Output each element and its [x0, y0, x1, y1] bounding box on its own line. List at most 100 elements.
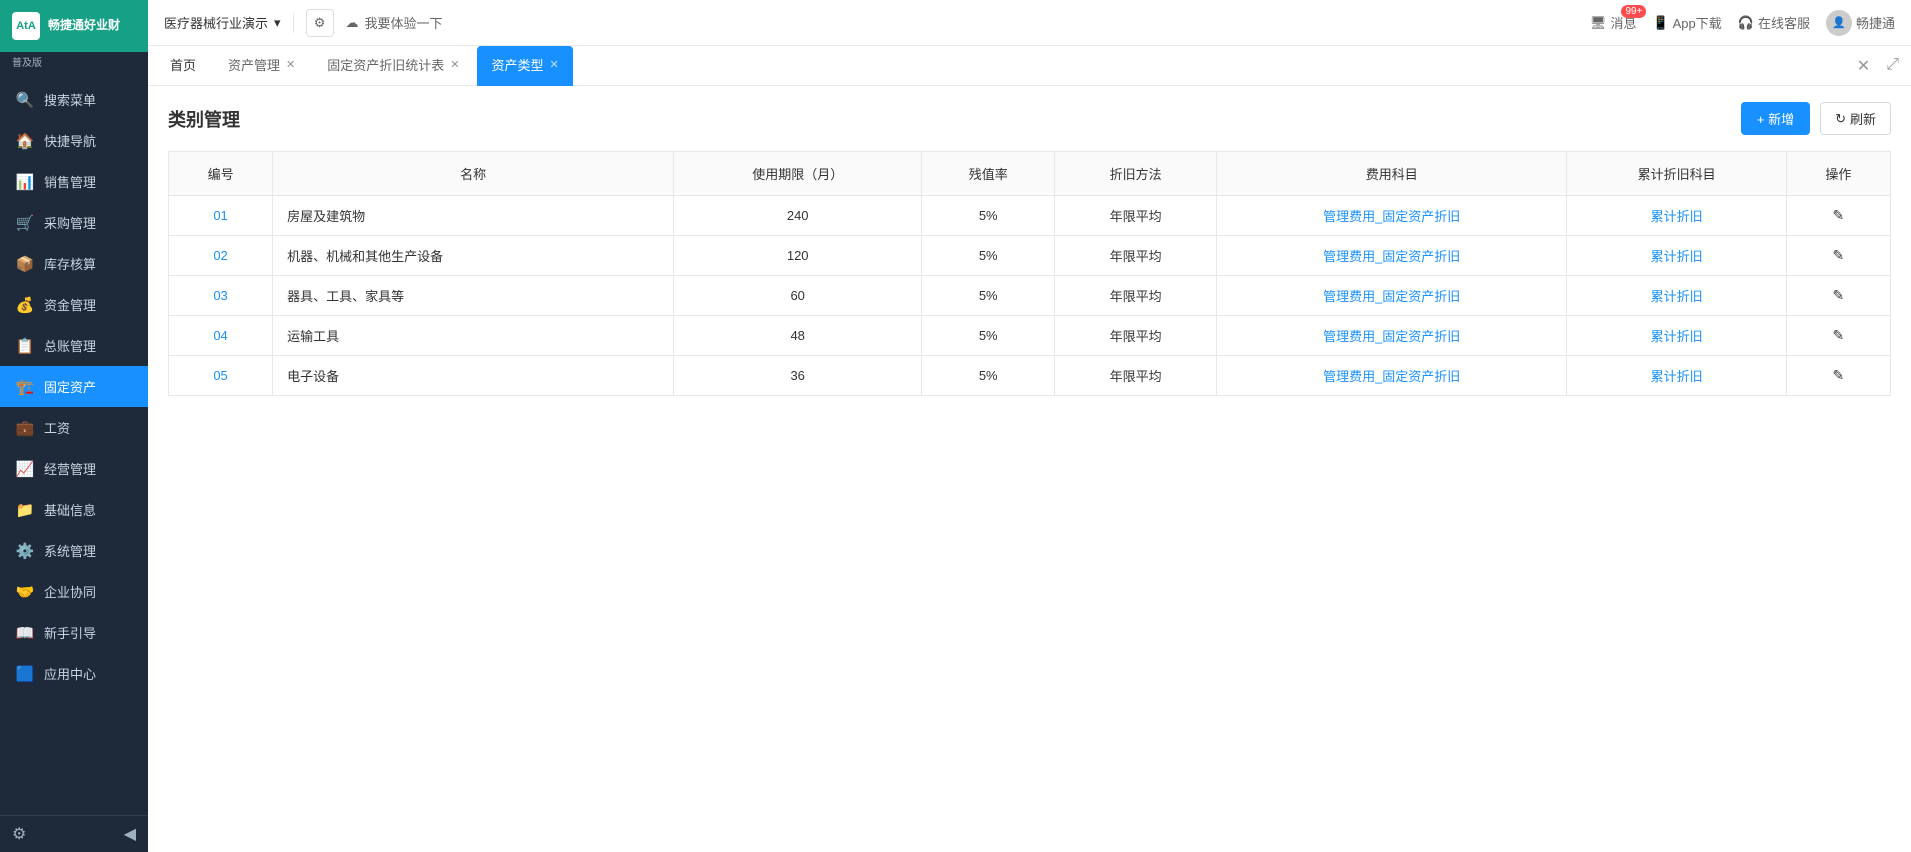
table-cell-6: 累计折旧: [1567, 356, 1786, 396]
operations-icon: 📈: [16, 460, 34, 478]
module-selector[interactable]: 医疗器械行业演示 ▾: [164, 13, 281, 32]
minimize-tab-button[interactable]: ✕: [1853, 52, 1874, 80]
table-cell-3: 5%: [922, 196, 1055, 236]
table-column-header: 费用科目: [1216, 152, 1567, 196]
edit-button[interactable]: ✎: [1786, 236, 1890, 276]
collapse-icon[interactable]: ◀: [124, 824, 136, 844]
sidebar-item-purchase[interactable]: 🛒 采购管理: [0, 202, 148, 243]
table-row: 02机器、机械和其他生产设备1205%年限平均管理费用_固定资产折旧累计折旧✎: [169, 236, 1891, 276]
sidebar-item-label: 采购管理: [44, 213, 96, 232]
sidebar-item-label: 固定资产: [44, 377, 96, 396]
table-column-header: 使用期限（月）: [674, 152, 922, 196]
sidebar: AtA 畅捷通好业财 普及版 🔍 搜索菜单 🏠 快捷导航 📊 销售管理 🛒 采购…: [0, 0, 148, 852]
tab-close-asset-type[interactable]: ✕: [550, 58, 559, 71]
sidebar-item-label: 企业协同: [44, 582, 96, 601]
table-column-header: 编号: [169, 152, 273, 196]
salary-icon: 💼: [16, 419, 34, 437]
table-column-header: 残值率: [922, 152, 1055, 196]
sales-icon: 📊: [16, 173, 34, 191]
sidebar-item-label: 库存核算: [44, 254, 96, 273]
topbar-divider: [293, 13, 294, 33]
tabs-right: ✕ ⤢: [1853, 52, 1903, 80]
tab-label: 固定资产折旧统计表: [327, 55, 444, 74]
message-icon: 🖥: [1590, 15, 1607, 31]
table-cell-4: 年限平均: [1055, 316, 1217, 356]
sidebar-item-guide[interactable]: 📖 新手引导: [0, 612, 148, 653]
sidebar-item-enterprise[interactable]: 🤝 企业协同: [0, 571, 148, 612]
page-header: 类别管理 + 新增 ↻ 刷新: [168, 102, 1891, 135]
sidebar-item-search[interactable]: 🔍 搜索菜单: [0, 79, 148, 120]
tab-home[interactable]: 首页: [156, 46, 210, 86]
table-cell-0: 05: [169, 356, 273, 396]
sidebar-item-sales[interactable]: 📊 销售管理: [0, 161, 148, 202]
online-service-item[interactable]: 🎧 在线客服: [1738, 13, 1810, 32]
sidebar-item-label: 系统管理: [44, 541, 96, 560]
sidebar-item-ledger[interactable]: 📋 总账管理: [0, 325, 148, 366]
tab-asset-mgmt[interactable]: 资产管理✕: [214, 46, 309, 86]
main-content: 医疗器械行业演示 ▾ ⚙ ☁ 我要体验一下 🖥 消息 99 📱 App下载 🎧 …: [148, 0, 1911, 852]
refresh-button[interactable]: ↻ 刷新: [1820, 102, 1891, 135]
experience-button[interactable]: ☁ 我要体验一下: [346, 13, 443, 32]
table-cell-4: 年限平均: [1055, 276, 1217, 316]
sidebar-item-quicknav[interactable]: 🏠 快捷导航: [0, 120, 148, 161]
logo-text: 畅捷通好业财: [48, 18, 120, 34]
sidebar-item-inventory[interactable]: 📦 库存核算: [0, 243, 148, 284]
message-item[interactable]: 🖥 消息 99: [1590, 13, 1637, 32]
edit-button[interactable]: ✎: [1786, 276, 1890, 316]
table-cell-6: 累计折旧: [1567, 236, 1786, 276]
table-row: 03器具、工具、家具等605%年限平均管理费用_固定资产折旧累计折旧✎: [169, 276, 1891, 316]
gear-icon: ⚙: [314, 15, 326, 31]
table-cell-0: 03: [169, 276, 273, 316]
online-service-label: 在线客服: [1758, 13, 1810, 32]
edit-button[interactable]: ✎: [1786, 316, 1890, 356]
dropdown-icon: ▾: [274, 15, 281, 31]
app-download-item[interactable]: 📱 App下载: [1652, 13, 1721, 32]
edit-button[interactable]: ✎: [1786, 356, 1890, 396]
table-row: 04运输工具485%年限平均管理费用_固定资产折旧累计折旧✎: [169, 316, 1891, 356]
message-badge: 99: [1621, 5, 1646, 18]
sidebar-bottom: ⚙ ◀: [0, 815, 148, 852]
tab-close-asset-mgmt[interactable]: ✕: [286, 58, 295, 71]
table-cell-3: 5%: [922, 236, 1055, 276]
sidebar-item-capital[interactable]: 💰 资金管理: [0, 284, 148, 325]
tab-close-depreciation[interactable]: ✕: [450, 58, 459, 71]
table-cell-4: 年限平均: [1055, 196, 1217, 236]
table-cell-2: 60: [674, 276, 922, 316]
edit-button[interactable]: ✎: [1786, 196, 1890, 236]
fixedassets-icon: 🏗️: [16, 378, 34, 396]
table-cell-0: 02: [169, 236, 273, 276]
sidebar-item-salary[interactable]: 💼 工资: [0, 407, 148, 448]
table-cell-4: 年限平均: [1055, 356, 1217, 396]
settings-icon[interactable]: ⚙: [12, 824, 26, 844]
apps-icon: 🟦: [16, 665, 34, 683]
sidebar-item-apps[interactable]: 🟦 应用中心: [0, 653, 148, 694]
topbar-settings-button[interactable]: ⚙: [306, 9, 334, 37]
table-column-header: 累计折旧科目: [1567, 152, 1786, 196]
user-item[interactable]: 👤 畅捷通: [1826, 10, 1895, 36]
table-cell-5: 管理费用_固定资产折旧: [1216, 276, 1567, 316]
maximize-tab-button[interactable]: ⤢: [1882, 52, 1903, 80]
table-cell-1: 机器、机械和其他生产设备: [273, 236, 674, 276]
sidebar-item-fixedassets[interactable]: 🏗️ 固定资产: [0, 366, 148, 407]
guide-icon: 📖: [16, 624, 34, 642]
sidebar-item-label: 基础信息: [44, 500, 96, 519]
table-cell-3: 5%: [922, 276, 1055, 316]
new-button[interactable]: + 新增: [1741, 102, 1810, 135]
table-cell-6: 累计折旧: [1567, 276, 1786, 316]
sidebar-item-label: 快捷导航: [44, 131, 96, 150]
sidebar-item-system[interactable]: ⚙️ 系统管理: [0, 530, 148, 571]
tab-asset-type[interactable]: 资产类型✕: [477, 46, 572, 86]
headset-icon: 🎧: [1738, 15, 1754, 31]
sidebar-item-basicinfo[interactable]: 📁 基础信息: [0, 489, 148, 530]
table-column-header: 操作: [1786, 152, 1890, 196]
sidebar-item-label: 新手引导: [44, 623, 96, 642]
tab-depreciation[interactable]: 固定资产折旧统计表 ✕: [313, 46, 473, 86]
table-cell-2: 240: [674, 196, 922, 236]
tab-label: 首页: [170, 55, 196, 74]
sidebar-item-operations[interactable]: 📈 经营管理: [0, 448, 148, 489]
table-cell-1: 运输工具: [273, 316, 674, 356]
sidebar-logo: AtA 畅捷通好业财: [0, 0, 148, 52]
asset-type-table: 编号名称使用期限（月）残值率折旧方法费用科目累计折旧科目操作 01房屋及建筑物2…: [168, 151, 1891, 396]
system-icon: ⚙️: [16, 542, 34, 560]
topbar: 医疗器械行业演示 ▾ ⚙ ☁ 我要体验一下 🖥 消息 99 📱 App下载 🎧 …: [148, 0, 1911, 46]
